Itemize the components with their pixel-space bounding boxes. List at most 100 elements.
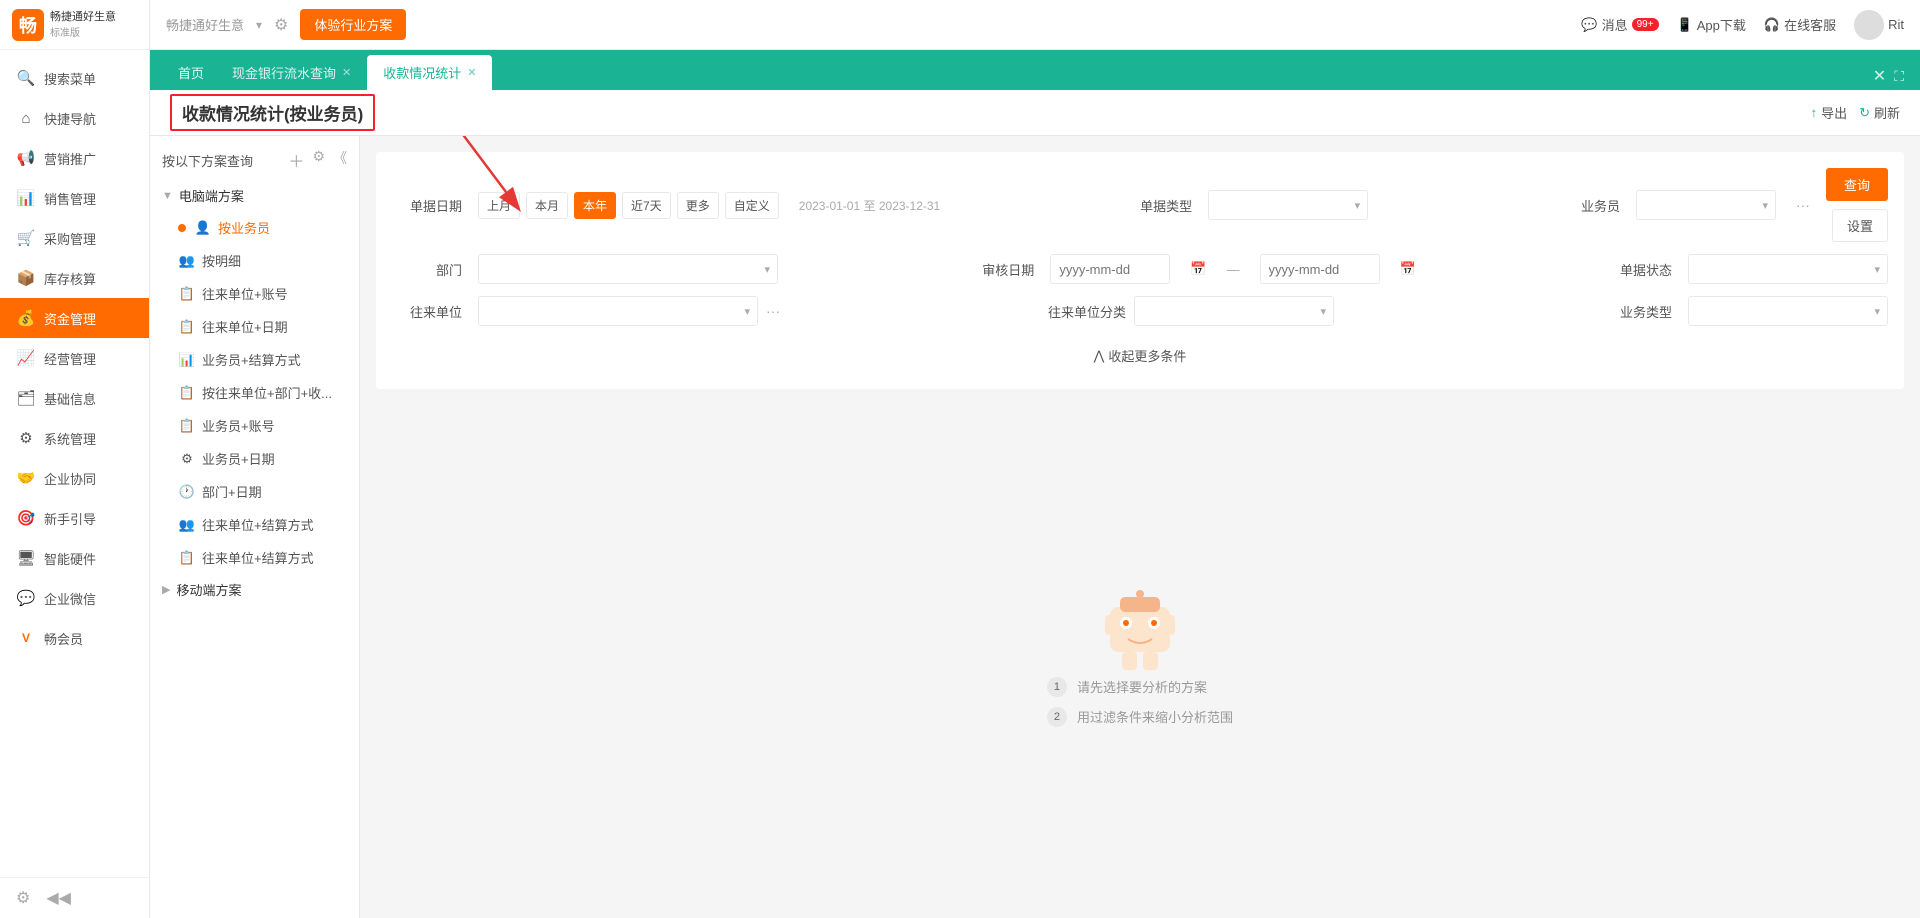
tab-bank-close-icon[interactable]: ✕: [342, 66, 351, 79]
tab-home[interactable]: 首页: [166, 55, 216, 90]
query-button[interactable]: 查询: [1826, 168, 1888, 201]
collapse-more-button[interactable]: ⋀ 收起更多条件: [392, 338, 1888, 373]
counterpart-class-label: 往来单位分类: [1048, 302, 1118, 321]
sidebar-item-basic[interactable]: 🗂 基础信息: [0, 378, 149, 418]
counterpart-more-icon[interactable]: ···: [766, 303, 780, 319]
sidebar-item-operation[interactable]: 📈 经营管理: [0, 338, 149, 378]
sidebar-item-search[interactable]: 🔍 搜索菜单: [0, 58, 149, 98]
sidebar-item-wechat-label: 企业微信: [44, 589, 96, 608]
sidebar-item-inventory[interactable]: 📦 库存核算: [0, 258, 149, 298]
topbar-gear-icon[interactable]: ⚙: [274, 15, 288, 35]
counterpart-class-select[interactable]: [1134, 296, 1334, 326]
export-button[interactable]: ↑ 导出: [1811, 103, 1848, 122]
audit-date-end-calendar-icon[interactable]: 📅: [1400, 261, 1416, 277]
panel-item-unit-date[interactable]: 📋 往来单位+日期: [150, 310, 359, 343]
date-btn-more[interactable]: 更多: [677, 192, 719, 219]
salesman-more-icon[interactable]: ···: [1796, 197, 1810, 213]
sidebar-item-hardware[interactable]: 🖥 智能硬件: [0, 538, 149, 578]
panel-section-desktop-header[interactable]: ▼ 电脑端方案: [150, 180, 359, 211]
panel-item-unit-settle2[interactable]: 📋 往来单位+结算方式: [150, 541, 359, 574]
salesman-select[interactable]: [1636, 190, 1776, 220]
refresh-button[interactable]: ↻ 刷新: [1859, 103, 1900, 122]
panel-item-salesman-date[interactable]: ⚙ 业务员+日期: [150, 442, 359, 475]
date-btn-this-month[interactable]: 本月: [526, 192, 568, 219]
panel-item-by-detail[interactable]: 👥 按明细: [150, 244, 359, 277]
maximize-icon[interactable]: ⛶: [1894, 68, 1904, 85]
date-range-start: 2023-01-01: [799, 199, 860, 213]
audit-date-start-calendar-icon[interactable]: 📅: [1190, 261, 1206, 277]
doc-status-select[interactable]: [1688, 254, 1888, 284]
filter-area: 单据日期 上月 本月 本年 近7天 更多 自定义 2023-01-01 至 20…: [376, 152, 1904, 389]
panel-item-dept-date[interactable]: 🕐 部门+日期: [150, 475, 359, 508]
empty-step-1-text: 请先选择要分析的方案: [1077, 677, 1207, 696]
panel-item-salesman-date-label: 业务员+日期: [202, 449, 275, 468]
collapse-sidebar-icon[interactable]: ◀◀: [46, 888, 71, 908]
tab-bank[interactable]: 现金银行流水查询 ✕: [216, 55, 367, 90]
sidebar-item-system[interactable]: ⚙ 系统管理: [0, 418, 149, 458]
breadcrumb-dropdown-icon[interactable]: ▾: [256, 18, 262, 32]
app-download-item[interactable]: 📱 App下载: [1677, 15, 1746, 34]
notification-label: 消息: [1602, 15, 1628, 34]
doc-type-label: 单据类型: [1122, 196, 1192, 215]
panel-item-unit-account-label: 往来单位+账号: [202, 284, 288, 303]
tab-receipt-close-icon[interactable]: ✕: [467, 66, 476, 79]
collapse-panel-icon[interactable]: 《: [333, 148, 347, 172]
export-label: 导出: [1821, 103, 1847, 122]
close-window-icon[interactable]: ✕: [1873, 66, 1886, 86]
biz-type-select[interactable]: [1688, 296, 1888, 326]
sidebar-item-sales[interactable]: 📊 销售管理: [0, 178, 149, 218]
doc-type-select-wrapper: [1208, 190, 1368, 220]
sidebar-item-finance[interactable]: 💰 资金管理: [0, 298, 149, 338]
doc-status-label: 单据状态: [1602, 260, 1672, 279]
online-service-item[interactable]: 🎧 在线客服: [1764, 15, 1836, 34]
biz-type-label: 业务类型: [1602, 302, 1672, 321]
user-item[interactable]: Rit: [1854, 10, 1904, 40]
sidebar-item-marketing[interactable]: 📢 营销推广: [0, 138, 149, 178]
panel-item-by-salesman[interactable]: 👤 按业务员: [150, 211, 359, 244]
panel-section-mobile-header[interactable]: ▶ 移动端方案: [150, 574, 359, 605]
dept-select[interactable]: [478, 254, 778, 284]
date-btn-7days[interactable]: 近7天: [622, 192, 671, 219]
user-name: Rit: [1888, 17, 1904, 32]
panel-item-salesman-settle[interactable]: 📊 业务员+结算方式: [150, 343, 359, 376]
empty-steps: 1 请先选择要分析的方案 2 用过滤条件来缩小分析范围: [1047, 677, 1233, 727]
panel-item-salesman-account[interactable]: 📋 业务员+账号: [150, 409, 359, 442]
trial-button[interactable]: 体验行业方案: [300, 9, 406, 40]
setting-button[interactable]: 设置: [1832, 209, 1888, 242]
salesman-account-icon: 📋: [178, 417, 196, 435]
sidebar-item-guide-label: 新手引导: [44, 509, 96, 528]
sidebar-item-purchase-label: 采购管理: [44, 229, 96, 248]
tab-receipt[interactable]: 收款情况统计 ✕: [367, 55, 492, 90]
counterpart-label: 往来单位: [392, 302, 462, 321]
audit-date-start-input[interactable]: [1050, 254, 1170, 284]
date-btn-last-month[interactable]: 上月: [478, 192, 520, 219]
sidebar-item-purchase[interactable]: 🛒 采购管理: [0, 218, 149, 258]
notification-item[interactable]: 💬 消息 99+: [1581, 15, 1658, 34]
panel-item-by-salesman-label: 按业务员: [218, 218, 270, 237]
scheme-settings-icon[interactable]: ⚙: [312, 148, 325, 172]
sidebar-item-guide[interactable]: 🎯 新手引导: [0, 498, 149, 538]
date-btn-this-year[interactable]: 本年: [574, 192, 616, 219]
notification-icon: 💬: [1581, 17, 1597, 33]
sidebar-item-member[interactable]: V 畅会员: [0, 618, 149, 658]
settings-icon[interactable]: ⚙: [16, 888, 30, 908]
counterpart-select-wrapper: [478, 296, 758, 326]
panel-item-unit-settle1[interactable]: 👥 往来单位+结算方式: [150, 508, 359, 541]
doc-type-select[interactable]: [1208, 190, 1368, 220]
sidebar-item-wechat[interactable]: 💬 企业微信: [0, 578, 149, 618]
audit-date-end-input[interactable]: [1260, 254, 1380, 284]
sidebar-item-quicknav[interactable]: ⌂ 快捷导航: [0, 98, 149, 138]
salesman-icon: 👤: [194, 219, 212, 237]
date-btn-custom[interactable]: 自定义: [725, 192, 779, 219]
logo-name: 畅捷通好生意: [50, 10, 116, 24]
panel-item-unit-dept-receipt[interactable]: 📋 按往来单位+部门+收...: [150, 376, 359, 409]
panel-item-unit-account[interactable]: 📋 往来单位+账号: [150, 277, 359, 310]
panel-item-unit-settle2-label: 往来单位+结算方式: [202, 548, 314, 567]
refresh-icon: ↻: [1859, 105, 1870, 121]
counterpart-select[interactable]: [478, 296, 758, 326]
unit-dept-icon: 📋: [178, 384, 196, 402]
empty-step-2: 2 用过滤条件来缩小分析范围: [1047, 707, 1233, 727]
sidebar-item-corp[interactable]: 🤝 企业协同: [0, 458, 149, 498]
unit-date-icon: 📋: [178, 318, 196, 336]
add-scheme-icon[interactable]: ＋: [288, 148, 304, 172]
